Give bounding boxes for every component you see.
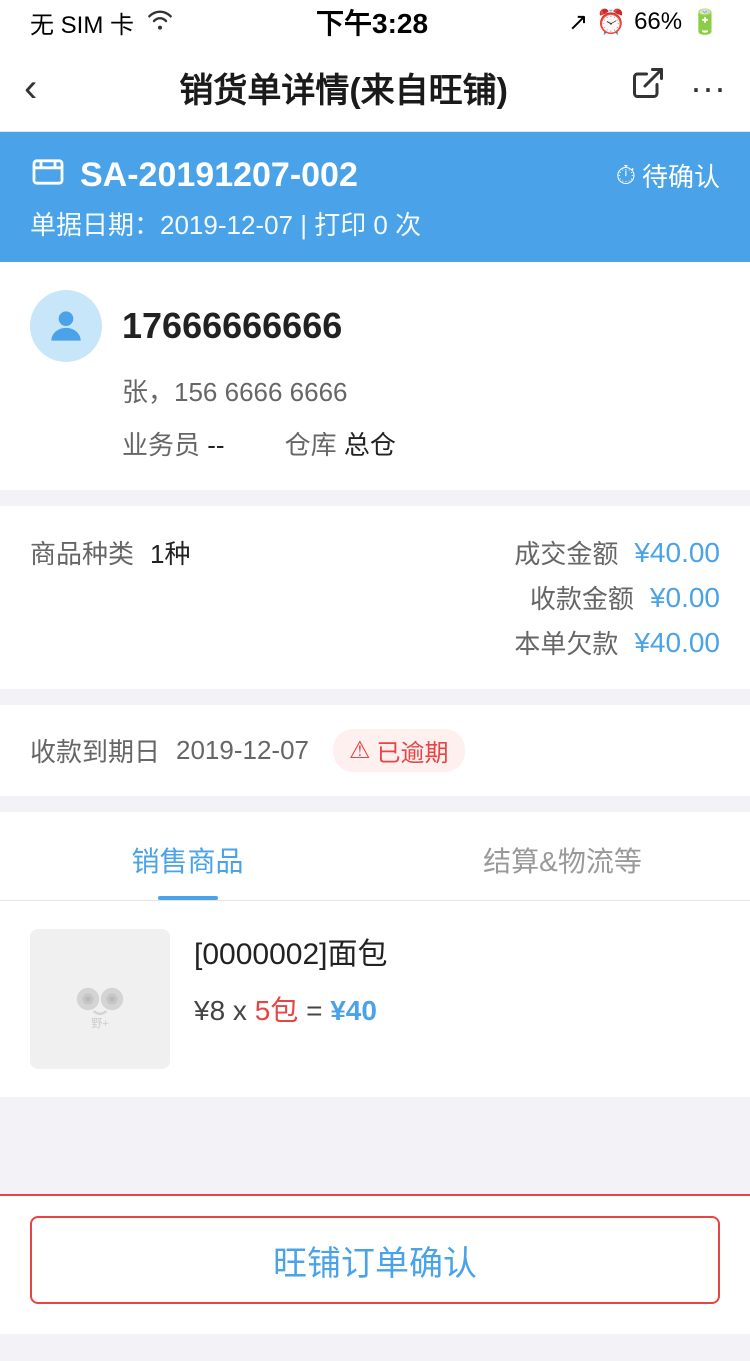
order-date: 单据日期：2019-12-07 | 打印 0 次: [30, 205, 720, 242]
overdue-text: 已逾期: [377, 733, 449, 768]
product-name: [0000002]面包: [194, 929, 720, 973]
debt-amount-value: ¥40.00: [634, 627, 720, 659]
tabs: 销售商品 结算&物流等: [0, 812, 750, 901]
back-button[interactable]: ‹: [24, 58, 57, 118]
product-types-value: 1种: [150, 534, 190, 571]
customer-meta: 业务员 -- 仓库 总仓: [122, 425, 720, 462]
due-date-label: 收款到期日: [30, 732, 160, 769]
location-icon: ↗: [568, 8, 588, 37]
carrier-text: 无 SIM 卡: [30, 5, 134, 40]
page-title: 销货单详情(来自旺铺): [57, 63, 630, 112]
equals-sign: =: [306, 995, 330, 1026]
wifi-icon: [144, 8, 176, 37]
summary-right: 成交金额 ¥40.00 收款金额 ¥0.00 本单欠款 ¥40.00: [514, 534, 720, 661]
overdue-badge: ⚠ 已逾期: [333, 729, 465, 772]
deal-amount-row: 成交金额 ¥40.00: [514, 534, 720, 571]
battery-icon: 🔋: [690, 8, 720, 37]
status-bar: 无 SIM 卡 下午3:28 ↗ ⏰ 66% 🔋: [0, 0, 750, 44]
product-card: 野+ [0000002]面包 ¥8 x 5包 = ¥40: [0, 901, 750, 1097]
clock-icon: ⏱: [616, 160, 636, 192]
deal-amount-label: 成交金额: [514, 534, 618, 571]
warehouse-label: 仓库: [285, 430, 337, 460]
salesperson-value: --: [207, 430, 224, 460]
customer-phone: 17666666666: [122, 305, 342, 347]
confirm-order-button[interactable]: 旺铺订单确认: [30, 1216, 720, 1304]
deal-amount-value: ¥40.00: [634, 537, 720, 569]
product-price: ¥8 x 5包 = ¥40: [194, 989, 720, 1029]
alarm-icon: ⏰: [596, 8, 626, 37]
customer-name: 张，156 6666 6666: [122, 372, 720, 409]
order-icon: [30, 156, 66, 195]
product-types-label: 商品种类: [30, 534, 134, 571]
avatar: [30, 290, 102, 362]
due-date-value: 2019-12-07: [176, 735, 309, 766]
summary-left: 商品种类 1种: [30, 534, 514, 571]
customer-row: 17666666666: [30, 290, 720, 362]
more-icon[interactable]: ···: [690, 67, 726, 109]
tab-sales-products[interactable]: 销售商品: [0, 812, 375, 900]
warehouse-field: 仓库 总仓: [285, 425, 396, 462]
warehouse-value: 总仓: [344, 430, 396, 460]
product-thumbnail: 野+: [30, 929, 170, 1069]
received-amount-row: 收款金额 ¥0.00: [530, 579, 720, 616]
order-number: SA-20191207-002: [30, 156, 358, 195]
due-date-card: 收款到期日 2019-12-07 ⚠ 已逾期: [0, 705, 750, 796]
price-unit: ¥8 x: [194, 995, 247, 1026]
salesperson-label: 业务员: [122, 430, 200, 460]
order-header: SA-20191207-002 ⏱ 待确认 单据日期：2019-12-07 | …: [0, 132, 750, 262]
content-area: 野+ [0000002]面包 ¥8 x 5包 = ¥40: [0, 901, 750, 1201]
customer-card: 17666666666 张，156 6666 6666 业务员 -- 仓库 总仓: [0, 262, 750, 490]
received-amount-value: ¥0.00: [650, 582, 720, 614]
product-qty: 5包: [255, 995, 299, 1026]
bottom-bar: 旺铺订单确认: [0, 1194, 750, 1334]
debt-amount-label: 本单欠款: [514, 624, 618, 661]
status-time: 下午3:28: [316, 2, 428, 42]
battery-text: 66%: [634, 8, 682, 36]
product-info: [0000002]面包 ¥8 x 5包 = ¥40: [194, 929, 720, 1029]
summary-card: 商品种类 1种 成交金额 ¥40.00 收款金额 ¥0.00 本单欠款 ¥40.…: [0, 506, 750, 689]
product-total: ¥40: [330, 995, 377, 1026]
tabs-container: 销售商品 结算&物流等: [0, 812, 750, 901]
share-icon[interactable]: [630, 65, 666, 110]
status-left: 无 SIM 卡: [30, 5, 176, 40]
status-right: ↗ ⏰ 66% 🔋: [568, 8, 720, 37]
svg-text:野+: 野+: [91, 1017, 109, 1030]
received-amount-label: 收款金额: [530, 579, 634, 616]
order-header-top: SA-20191207-002 ⏱ 待确认: [30, 156, 720, 195]
nav-actions: ···: [630, 65, 726, 110]
salesperson-field: 业务员 --: [122, 425, 225, 462]
tab-settlement-logistics[interactable]: 结算&物流等: [375, 812, 750, 900]
nav-bar: ‹ 销货单详情(来自旺铺) ···: [0, 44, 750, 132]
order-status: ⏱ 待确认: [616, 157, 720, 194]
warning-icon: ⚠: [349, 736, 371, 765]
debt-amount-row: 本单欠款 ¥40.00: [514, 624, 720, 661]
